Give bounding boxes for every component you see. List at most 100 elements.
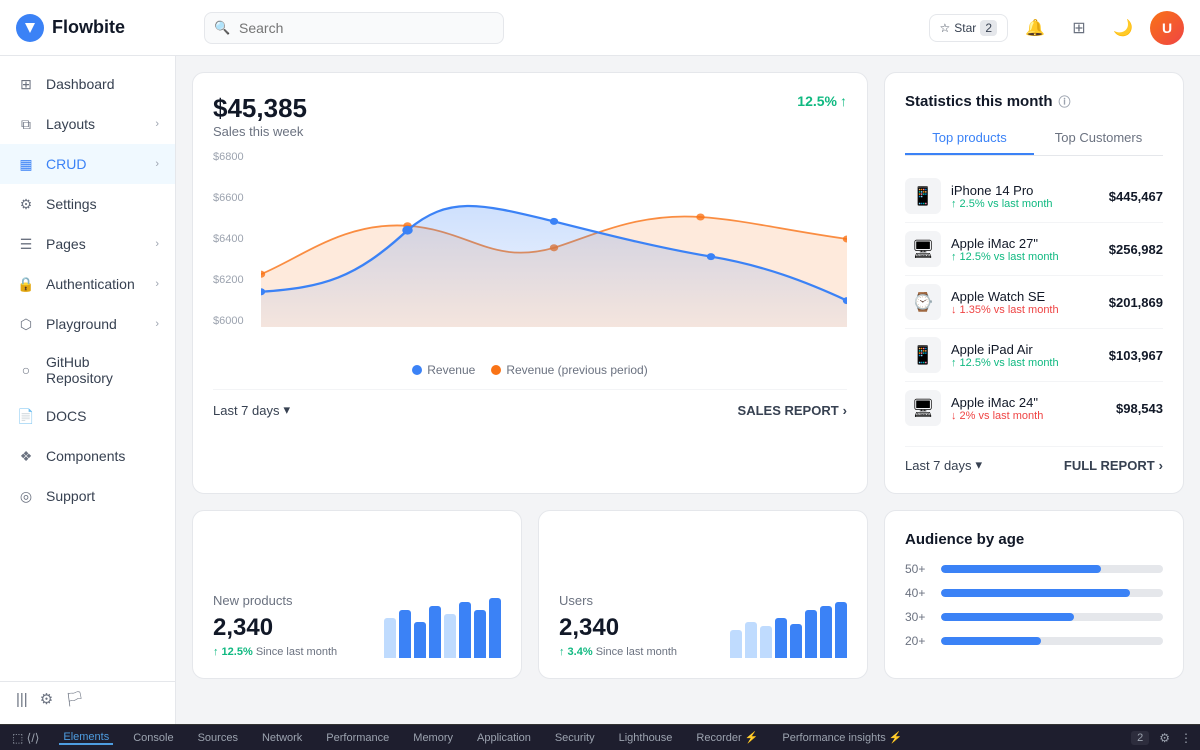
legend-label-prev: Revenue (previous period) [506,363,647,377]
search-input[interactable] [204,12,504,44]
sidebar-item-layouts[interactable]: ⧉ Layouts › [0,104,175,144]
devtools-settings-icon[interactable]: ⚙ [1159,731,1170,745]
stats-period-label: Last 7 days [905,458,972,473]
new-products-info: New products 2,340 ↑ 12.5% Since last mo… [213,593,368,658]
devtools-more-icon[interactable]: ⋮ [1180,731,1192,745]
components-icon: ❖ [16,446,36,466]
new-products-value: 2,340 [213,614,368,642]
crud-icon: ▦ [16,154,36,174]
full-report-button[interactable]: FULL REPORT › [1064,458,1163,473]
tab-top-customers[interactable]: Top Customers [1034,122,1163,155]
devtools-tab-console[interactable]: Console [129,732,177,744]
product-change-2: ↑ 12.5% vs last month [951,251,1099,263]
devtools-tab-network[interactable]: Network [258,732,306,744]
age-row-20: 20+ [905,634,1163,648]
star-button[interactable]: ☆ Star 2 [929,14,1008,42]
stats-card: Statistics this month ⓘ Top products Top… [884,72,1184,494]
devtools-tab-recorder[interactable]: Recorder ⚡ [692,731,762,744]
product-price-5: $98,543 [1116,401,1163,416]
new-products-chart [384,598,501,658]
y-label-5: $6000 [213,315,244,327]
product-list: 📱 iPhone 14 Pro ↑ 2.5% vs last month $44… [905,170,1163,434]
sales-report-label: SALES REPORT [738,403,839,418]
sidebar-item-components[interactable]: ❖ Components [0,436,175,476]
users-card: Users 2,340 ↑ 3.4% Since last month [538,510,868,679]
u-bar-4 [775,618,787,658]
bar-4 [429,606,441,658]
period-selector[interactable]: Last 7 days ▾ [213,402,290,418]
audience-card: Audience by age 50+ 40+ 30+ [884,510,1184,679]
new-products-growth-label: Since last month [256,646,337,658]
sidebar-label-pages: Pages [46,236,145,252]
product-img-2: 🖥 [905,231,941,267]
github-icon: ○ [16,360,36,380]
legend-revenue: Revenue [412,363,475,377]
period-label: Last 7 days [213,403,280,418]
sidebar-item-pages[interactable]: ☰ Pages › [0,224,175,264]
tab-top-products[interactable]: Top products [905,122,1034,155]
devtools-tab-application[interactable]: Application [473,732,535,744]
content-area: $45,385 Sales this week 12.5% ↑ $6800 $6… [176,56,1200,724]
sidebar-item-playground[interactable]: ⬡ Playground › [0,304,175,344]
age-bar-bg-50 [941,565,1163,573]
grid-icon[interactable]: ⊞ [1062,11,1096,45]
users-growth-pct: ↑ 3.4% [559,646,593,658]
product-change-5: ↓ 2% vs last month [951,410,1106,422]
devtools-tab-security[interactable]: Security [551,732,599,744]
u-bar-6 [805,610,817,658]
sidebar-bottom-flag-icon[interactable]: 🏳 [65,690,84,708]
sidebar-item-dashboard[interactable]: ⊞ Dashboard [0,64,175,104]
sidebar-label-components: Components [46,448,159,464]
users-chart [730,598,847,658]
notification-icon[interactable]: 🔔 [1018,11,1052,45]
users-growth: ↑ 3.4% Since last month [559,646,714,658]
age-bar-fill-20 [941,637,1041,645]
devtools-tab-elements[interactable]: Elements [59,731,113,745]
product-change-3: ↓ 1.35% vs last month [951,304,1099,316]
sidebar-item-docs[interactable]: 📄 DOCS [0,396,175,436]
product-info-3: Apple Watch SE ↓ 1.35% vs last month [951,289,1099,316]
dark-mode-icon[interactable]: 🌙 [1106,11,1140,45]
legend-dot-revenue [412,365,422,375]
sidebar-item-crud[interactable]: ▦ CRUD › [0,144,175,184]
legend-prev: Revenue (previous period) [491,363,647,377]
devtools-tab-performance[interactable]: Performance [322,732,393,744]
full-report-label: FULL REPORT [1064,458,1155,473]
sidebar-bottom-settings-icon[interactable]: ⚙ [40,690,53,708]
legend-label-revenue: Revenue [427,363,475,377]
bar-3 [414,622,426,658]
sidebar-item-support[interactable]: ◎ Support [0,476,175,516]
sidebar-item-authentication[interactable]: 🔒 Authentication › [0,264,175,304]
chevron-icon: › [155,118,159,130]
age-label-20: 20+ [905,634,933,648]
sales-report-button[interactable]: SALES REPORT › [738,403,847,418]
stats-footer: Last 7 days ▾ FULL REPORT › [905,446,1163,473]
stats-tabs: Top products Top Customers [905,122,1163,156]
devtools-tab-lighthouse[interactable]: Lighthouse [615,732,677,744]
devtools-icons[interactable]: ⬚ ⟨/⟩ [8,731,43,745]
avatar[interactable]: U [1150,11,1184,45]
sidebar-label-layouts: Layouts [46,116,145,132]
chevron-icon-pages: › [155,238,159,250]
age-bar-bg-20 [941,637,1163,645]
devtools-tab-memory[interactable]: Memory [409,732,457,744]
sidebar-item-github[interactable]: ○ GitHub Repository [0,344,175,396]
stats-period-selector[interactable]: Last 7 days ▾ [905,457,982,473]
sidebar-label-auth: Authentication [46,276,145,292]
star-icon: ☆ [940,21,951,35]
star-label: Star [954,21,976,35]
product-name-1: iPhone 14 Pro [951,183,1099,198]
bar-5 [444,614,456,658]
age-label-30: 30+ [905,610,933,624]
sidebar-item-settings[interactable]: ⚙ Settings [0,184,175,224]
age-bar-fill-50 [941,565,1101,573]
sidebar-bottom-bars-icon[interactable]: ||| [16,691,28,708]
devtools-tab-sources[interactable]: Sources [194,732,242,744]
product-info-1: iPhone 14 Pro ↑ 2.5% vs last month [951,183,1099,210]
devtools-tab-perf-insights[interactable]: Performance insights ⚡ [778,731,906,744]
bar-8 [489,598,501,658]
age-row-40: 40+ [905,586,1163,600]
age-bar-bg-40 [941,589,1163,597]
docs-icon: 📄 [16,406,36,426]
dashboard-icon: ⊞ [16,74,36,94]
